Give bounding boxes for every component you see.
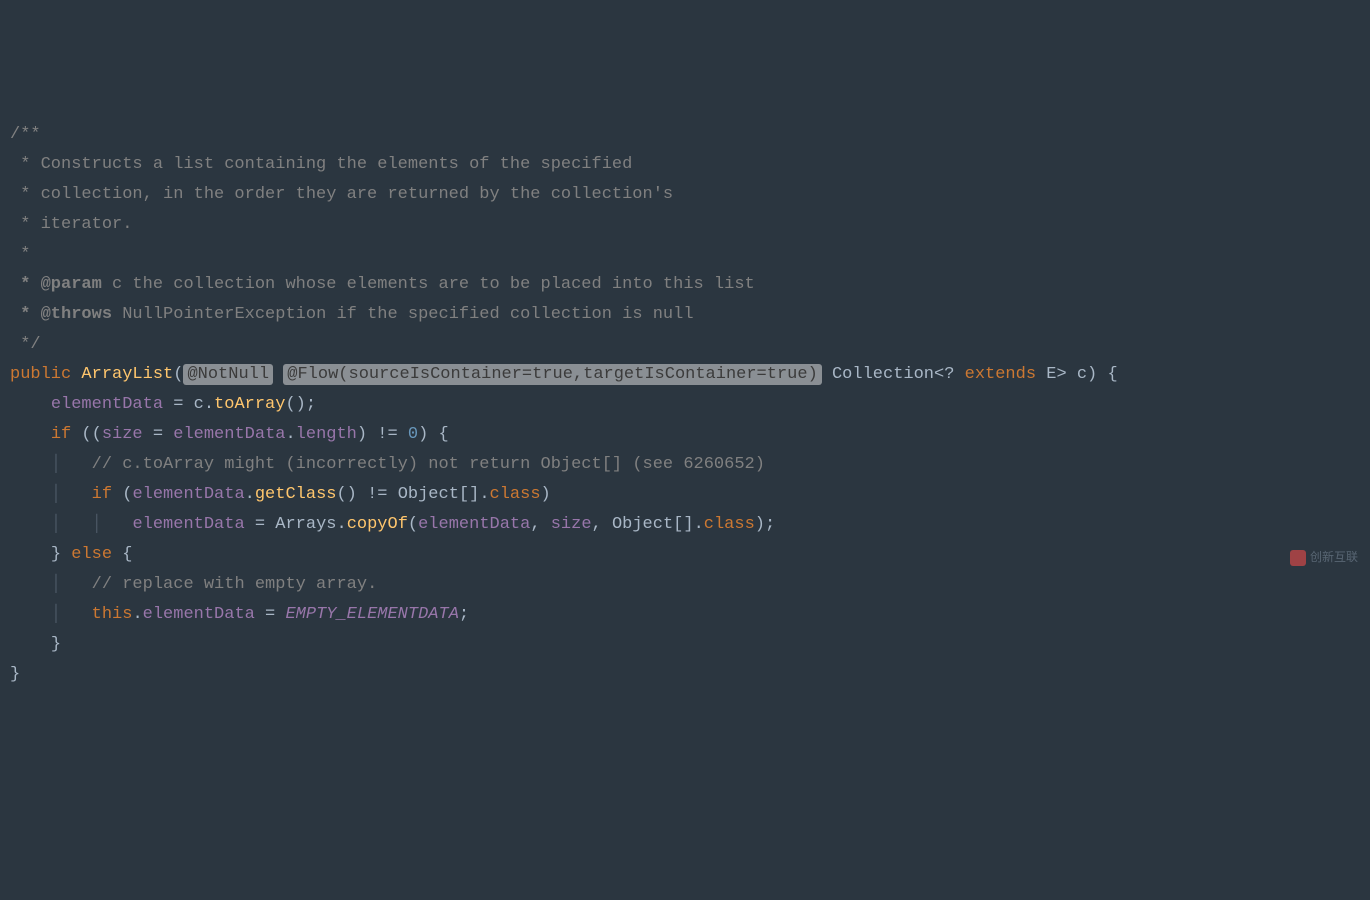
watermark-logo-icon — [1290, 550, 1306, 566]
javadoc-throws-tag: * @throws NullPointerException if the sp… — [10, 305, 694, 324]
static-field-empty: EMPTY_ELEMENTDATA — [285, 605, 458, 624]
field-elementdata: elementData — [51, 395, 163, 414]
annotation-notnull: @NotNull — [183, 364, 273, 385]
javadoc-line: * iterator. — [10, 215, 132, 234]
keyword-public: public — [10, 365, 71, 384]
annotation-flow: @Flow(sourceIsContainer=true,targetIsCon… — [283, 364, 822, 385]
javadoc-line: * collection, in the order they are retu… — [10, 185, 673, 204]
watermark-text: 创新互联 — [1310, 550, 1358, 564]
constructor-name: ArrayList — [81, 365, 173, 384]
keyword-else: else — [71, 545, 112, 564]
keyword-this: this — [92, 605, 133, 624]
javadoc-line: * Constructs a list containing the eleme… — [10, 155, 632, 174]
inline-comment: // c.toArray might (incorrectly) not ret… — [92, 455, 765, 474]
watermark: 创新互联 — [1283, 512, 1358, 572]
type-collection: Collection — [832, 365, 934, 384]
javadoc-param-tag: * @param c the collection whose elements… — [10, 275, 755, 294]
javadoc-close: */ — [10, 335, 41, 354]
code-editor-area[interactable]: /** * Constructs a list containing the e… — [0, 120, 1370, 690]
javadoc-line: * — [10, 245, 30, 264]
keyword-if: if — [51, 425, 71, 444]
inline-comment: // replace with empty array. — [92, 575, 378, 594]
javadoc-open: /** — [10, 125, 41, 144]
